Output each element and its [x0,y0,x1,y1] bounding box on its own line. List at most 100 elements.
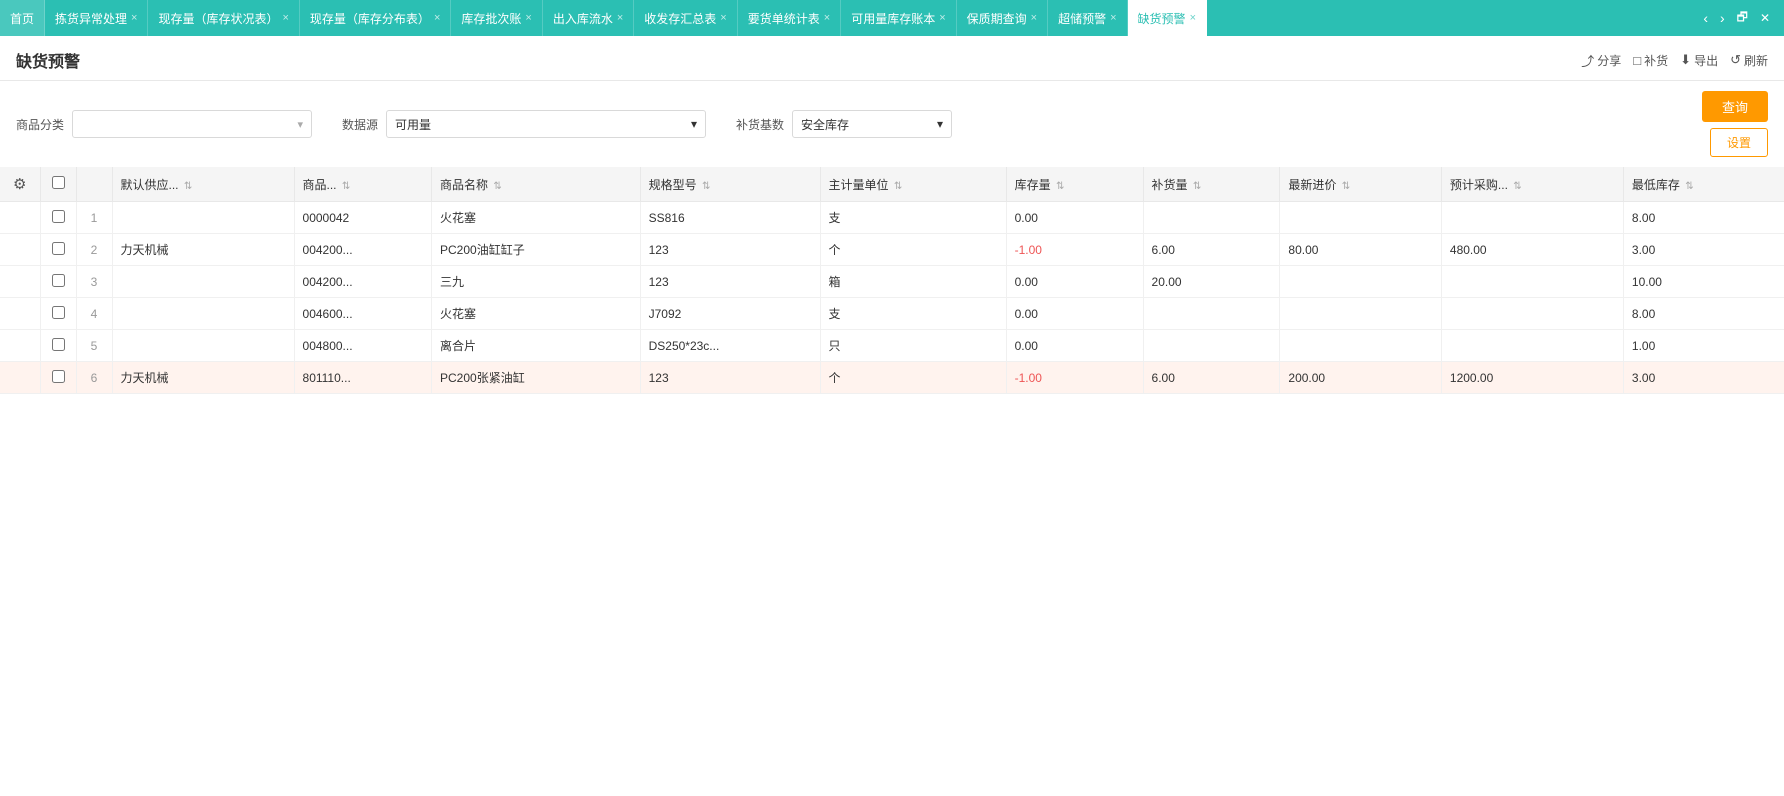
col-supplier-header[interactable]: 默认供应... ⇅ [112,167,294,202]
col-product-name-header[interactable]: 商品名称 ⇅ [432,167,641,202]
datasource-label: 数据源 [342,116,378,133]
datasource-dropdown[interactable]: 可用量 ▾ [386,110,706,138]
query-button[interactable]: 查询 [1702,91,1768,122]
nav-close-available[interactable]: × [939,12,945,24]
nav-close-inout[interactable]: × [617,12,623,24]
row-stock: -1.00 [1006,234,1143,266]
nav-close-shortage[interactable]: × [1190,12,1196,24]
row-checkbox-cell[interactable] [40,266,76,298]
row-checkbox-cell[interactable] [40,298,76,330]
row-checkbox[interactable] [52,338,65,351]
row-product-name: 离合片 [432,330,641,362]
row-checkbox-cell[interactable] [40,330,76,362]
row-latest-price [1280,330,1442,362]
nav-current-stock-dist[interactable]: 现存量（库存分布表） × [300,0,451,36]
col-checkbox-header[interactable] [40,167,76,202]
col-replenish-qty-header[interactable]: 补货量 ⇅ [1143,167,1280,202]
nav-right-arrow[interactable]: › [1714,10,1731,26]
nav-current-stock-status[interactable]: 现存量（库存状况表） × [148,0,299,36]
row-checkbox[interactable] [52,274,65,287]
product-name-sort-icon: ⇅ [493,181,501,192]
export-button[interactable]: ⬇ 导出 [1680,52,1718,69]
row-product-name: PC200油缸缸子 [432,234,641,266]
col-estimated-purchase-header[interactable]: 预计采购... ⇅ [1441,167,1623,202]
nav-close-requisition[interactable]: × [824,12,830,24]
row-checkbox-cell[interactable] [40,234,76,266]
col-stock-header[interactable]: 库存量 ⇅ [1006,167,1143,202]
replenish-basis-value: 安全库存 [801,116,849,133]
row-spec: 123 [640,234,820,266]
select-all-checkbox[interactable] [52,176,65,189]
nav-restore-btn[interactable]: 🗗 [1731,8,1754,29]
row-stock: 0.00 [1006,266,1143,298]
row-checkbox-cell[interactable] [40,362,76,394]
col-latest-price-header[interactable]: 最新进价 ⇅ [1280,167,1442,202]
row-product-code: 004200... [294,266,432,298]
row-unit: 支 [820,202,1006,234]
nav-close-receive[interactable]: × [720,12,726,24]
col-min-stock-header[interactable]: 最低库存 ⇅ [1623,167,1784,202]
row-index: 2 [76,234,112,266]
refresh-button[interactable]: ↺ 刷新 [1730,52,1768,69]
nav-close-batch[interactable]: × [525,12,531,24]
col-index-header [76,167,112,202]
nav-available-ledger[interactable]: 可用量库存账本 × [841,0,956,36]
col-settings-header[interactable]: ⚙ [0,167,40,202]
settings-button[interactable]: 设置 [1710,128,1768,157]
row-index: 1 [76,202,112,234]
nav-inout-flow[interactable]: 出入库流水 × [543,0,634,36]
row-estimated-purchase: 480.00 [1441,234,1623,266]
table-row: 6 力天机械 801110... PC200张紧油缸 123 个 -1.00 6… [0,362,1784,394]
row-checkbox[interactable] [52,242,65,255]
data-table: ⚙ 默认供应... ⇅ 商品... ⇅ 商品名称 [0,167,1784,394]
row-product-code: 004800... [294,330,432,362]
nav-overstock-warning[interactable]: 超储预警 × [1048,0,1127,36]
column-settings-icon[interactable]: ⚙ [13,176,26,193]
product-code-sort-icon: ⇅ [342,181,350,192]
row-latest-price [1280,266,1442,298]
nav-picking-exception[interactable]: 拣货异常处理 × [45,0,148,36]
category-dropdown[interactable]: ▾ [72,110,312,138]
table-row: 4 004600... 火花塞 J7092 支 0.00 8.00 [0,298,1784,330]
row-latest-price [1280,202,1442,234]
nav-requisition-stats[interactable]: 要货单统计表 × [738,0,841,36]
replenish-basis-dropdown[interactable]: 安全库存 ▾ [792,110,952,138]
export-icon: ⬇ [1680,52,1691,68]
share-button[interactable]: ⤴ 分享 [1581,51,1621,70]
nav-close-stock-status[interactable]: × [282,12,288,24]
nav-receive-summary[interactable]: 收发存汇总表 × [634,0,737,36]
row-product-name: 火花塞 [432,202,641,234]
nav-home[interactable]: 首页 [0,0,45,36]
nav-batch-account[interactable]: 库存批次账 × [451,0,542,36]
nav-close-picking[interactable]: × [131,12,137,24]
filter-row: 商品分类 ▾ 数据源 可用量 ▾ 补货基数 安全库存 ▾ 查询 设置 [0,81,1784,167]
table-body: 1 0000042 火花塞 SS816 支 0.00 8.00 2 力天机械 0… [0,202,1784,394]
row-checkbox-cell[interactable] [40,202,76,234]
nav-close-all-btn[interactable]: ✕ [1754,11,1776,25]
row-stock: 0.00 [1006,330,1143,362]
nav-expiry-query[interactable]: 保质期查询 × [957,0,1048,36]
row-unit: 只 [820,330,1006,362]
row-checkbox[interactable] [52,306,65,319]
nav-close-overstock[interactable]: × [1110,12,1116,24]
row-checkbox[interactable] [52,210,65,223]
table-header-row: ⚙ 默认供应... ⇅ 商品... ⇅ 商品名称 [0,167,1784,202]
datasource-filter: 数据源 可用量 ▾ [342,110,706,138]
col-product-code-header[interactable]: 商品... ⇅ [294,167,432,202]
nav-shortage-warning[interactable]: 缺货预警 × [1128,0,1207,36]
col-spec-header[interactable]: 规格型号 ⇅ [640,167,820,202]
nav-left-arrow[interactable]: ‹ [1697,10,1714,26]
row-product-code: 004600... [294,298,432,330]
row-checkbox[interactable] [52,370,65,383]
row-supplier: 力天机械 [112,234,294,266]
row-estimated-purchase [1441,298,1623,330]
row-estimated-purchase [1441,266,1623,298]
nav-close-expiry[interactable]: × [1031,12,1037,24]
nav-close-stock-dist[interactable]: × [434,12,440,24]
row-product-code: 801110... [294,362,432,394]
replenish-button[interactable]: □ 补货 [1633,52,1668,69]
col-unit-header[interactable]: 主计量单位 ⇅ [820,167,1006,202]
filter-buttons: 查询 设置 [1702,91,1768,157]
replenish-icon: □ [1633,53,1641,68]
row-supplier [112,330,294,362]
